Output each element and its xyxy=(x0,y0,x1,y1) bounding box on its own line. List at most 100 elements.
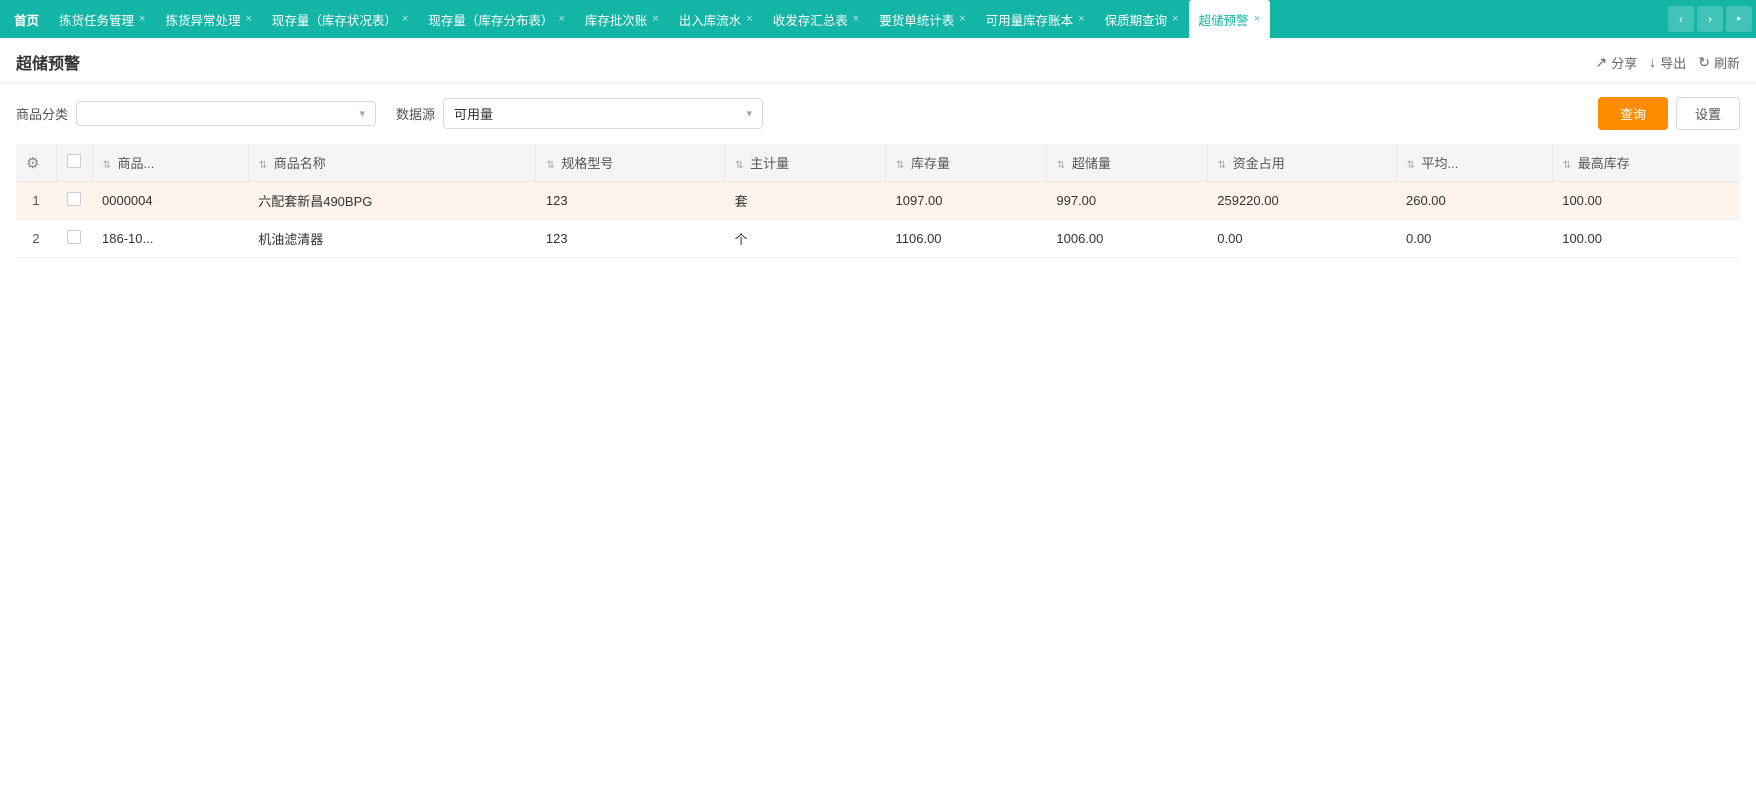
nav-prev-arrow[interactable]: ‹ xyxy=(1668,6,1694,32)
sort-over-stock-icon: ⇅ xyxy=(1057,160,1065,171)
share-action[interactable]: ↗ 分享 xyxy=(1595,53,1637,72)
export-action[interactable]: ↓ 导出 xyxy=(1649,53,1686,72)
row-product-name: 机油滤清器 xyxy=(248,220,536,258)
page-header: 超储预警 ↗ 分享 ↓ 导出 ↻ 刷新 xyxy=(0,38,1756,83)
row-spec: 123 xyxy=(536,182,725,220)
page-container: 超储预警 ↗ 分享 ↓ 导出 ↻ 刷新 商品分类 ▾ 数据源 xyxy=(0,38,1756,800)
page-title: 超储预警 xyxy=(16,50,80,74)
table-header-row: ⚙ ⇅ 商品... ⇅ 商品名称 ⇅ 规格型号 xyxy=(16,144,1740,182)
nav-arrows: ‹ › ‣ xyxy=(1665,6,1752,32)
col-checkbox-header[interactable] xyxy=(56,144,92,182)
col-product-code-header[interactable]: ⇅ 商品... xyxy=(92,144,248,182)
sort-product-name-icon: ⇅ xyxy=(259,160,267,171)
nav-next-arrow[interactable]: › xyxy=(1697,6,1723,32)
filter-action-buttons: 查询 设置 xyxy=(1598,97,1740,130)
row-checkbox[interactable] xyxy=(56,182,92,220)
row-unit: 套 xyxy=(725,182,886,220)
col-stock-header[interactable]: ⇅ 库存量 xyxy=(886,144,1047,182)
row-checkbox-box[interactable] xyxy=(67,230,81,244)
close-inout-flow[interactable]: × xyxy=(746,13,752,25)
datasource-chevron-icon: ▾ xyxy=(747,107,753,120)
query-button[interactable]: 查询 xyxy=(1598,97,1668,130)
col-unit-header[interactable]: ⇅ 主计量 xyxy=(725,144,886,182)
close-order-stats[interactable]: × xyxy=(959,13,965,25)
col-max-stock-header[interactable]: ⇅ 最高库存 xyxy=(1552,144,1740,182)
close-receive-summary[interactable]: × xyxy=(853,13,859,25)
nav-task-management[interactable]: 拣货任务管理 × xyxy=(49,0,155,38)
category-chevron-icon: ▾ xyxy=(359,107,365,120)
nav-more-arrow[interactable]: ‣ xyxy=(1726,6,1752,32)
category-filter-group: 商品分类 ▾ xyxy=(16,101,376,126)
sort-max-stock-icon: ⇅ xyxy=(1563,160,1571,171)
sort-stock-icon: ⇅ xyxy=(896,160,904,171)
table-settings-gear-icon[interactable]: ⚙ xyxy=(26,155,39,172)
table-container: ⚙ ⇅ 商品... ⇅ 商品名称 ⇅ 规格型号 xyxy=(0,144,1756,274)
category-select[interactable]: ▾ xyxy=(76,101,376,126)
row-index: 2 xyxy=(16,220,56,258)
row-product-code: 0000004 xyxy=(92,182,248,220)
close-available-stock[interactable]: × xyxy=(1078,13,1084,25)
sort-avg-icon: ⇅ xyxy=(1407,160,1415,171)
row-product-name: 六配套新昌490BPG xyxy=(248,182,536,220)
close-stock-status[interactable]: × xyxy=(402,13,408,25)
col-product-name-header[interactable]: ⇅ 商品名称 xyxy=(248,144,536,182)
datasource-label: 数据源 xyxy=(396,104,435,123)
close-batch-account[interactable]: × xyxy=(652,13,658,25)
datasource-select-value: 可用量 xyxy=(454,104,493,123)
close-expiry-query[interactable]: × xyxy=(1172,13,1178,25)
datasource-select[interactable]: 可用量 ▾ xyxy=(443,98,763,129)
nav-home[interactable]: 首页 xyxy=(4,0,49,38)
row-checkbox[interactable] xyxy=(56,220,92,258)
row-avg: 260.00 xyxy=(1396,182,1552,220)
nav-stock-distribution[interactable]: 现存量（库存分布表） × xyxy=(418,0,574,38)
table-row: 2186-10...机油滤清器123个1106.001006.000.000.0… xyxy=(16,220,1740,258)
row-index: 1 xyxy=(16,182,56,220)
sort-unit-icon: ⇅ xyxy=(735,160,743,171)
nav-expiry-query[interactable]: 保质期查询 × xyxy=(1095,0,1189,38)
row-capital: 259220.00 xyxy=(1207,182,1396,220)
nav-order-stats[interactable]: 要货单统计表 × xyxy=(869,0,975,38)
row-over-stock: 997.00 xyxy=(1046,182,1207,220)
table-row: 1 0000004六配套新昌490BPG123套1097.00997.002592… xyxy=(16,182,1740,220)
col-over-stock-header[interactable]: ⇅ 超储量 xyxy=(1046,144,1207,182)
datasource-filter-group: 数据源 可用量 ▾ xyxy=(396,98,763,129)
row-product-code: 186-10... xyxy=(92,220,248,258)
close-exception-handling[interactable]: × xyxy=(245,13,251,25)
nav-receive-summary[interactable]: 收发存汇总表 × xyxy=(763,0,869,38)
row-spec: 123 xyxy=(536,220,725,258)
category-label: 商品分类 xyxy=(16,104,68,123)
close-stock-distribution[interactable]: × xyxy=(558,13,564,25)
nav-overstock-warning[interactable]: 超储预警 × xyxy=(1189,0,1270,38)
refresh-icon: ↻ xyxy=(1698,54,1710,71)
nav-stock-status[interactable]: 现存量（库存状况表） × xyxy=(262,0,418,38)
col-capital-header[interactable]: ⇅ 资金占用 xyxy=(1207,144,1396,182)
nav-available-stock[interactable]: 可用量库存账本 × xyxy=(976,0,1095,38)
col-avg-header[interactable]: ⇅ 平均... xyxy=(1396,144,1552,182)
close-overstock-warning[interactable]: × xyxy=(1254,13,1260,25)
nav-exception-handling[interactable]: 拣货异常处理 × xyxy=(155,0,261,38)
overstock-table: ⚙ ⇅ 商品... ⇅ 商品名称 ⇅ 规格型号 xyxy=(16,144,1740,258)
row-unit: 个 xyxy=(725,220,886,258)
col-index: ⚙ xyxy=(16,144,56,182)
row-over-stock: 1006.00 xyxy=(1046,220,1207,258)
row-max-stock: 100.00 xyxy=(1552,220,1740,258)
row-checkbox-box[interactable] xyxy=(67,192,81,206)
share-icon: ↗ xyxy=(1595,54,1607,71)
nav-inout-flow[interactable]: 出入库流水 × xyxy=(669,0,763,38)
nav-batch-account[interactable]: 库存批次账 × xyxy=(575,0,669,38)
sort-capital-icon: ⇅ xyxy=(1218,160,1226,171)
filter-bar: 商品分类 ▾ 数据源 可用量 ▾ 查询 设置 xyxy=(0,83,1756,144)
row-avg: 0.00 xyxy=(1396,220,1552,258)
page-actions: ↗ 分享 ↓ 导出 ↻ 刷新 xyxy=(1595,53,1740,72)
select-all-checkbox[interactable] xyxy=(67,154,81,168)
export-icon: ↓ xyxy=(1649,54,1656,70)
refresh-action[interactable]: ↻ 刷新 xyxy=(1698,53,1740,72)
setting-button[interactable]: 设置 xyxy=(1676,97,1740,130)
sort-product-code-icon: ⇅ xyxy=(103,160,111,171)
sort-spec-icon: ⇅ xyxy=(546,160,554,171)
row-stock: 1097.00 xyxy=(886,182,1047,220)
close-task-management[interactable]: × xyxy=(139,13,145,25)
col-spec-header[interactable]: ⇅ 规格型号 xyxy=(536,144,725,182)
row-stock: 1106.00 xyxy=(886,220,1047,258)
row-max-stock: 100.00 xyxy=(1552,182,1740,220)
